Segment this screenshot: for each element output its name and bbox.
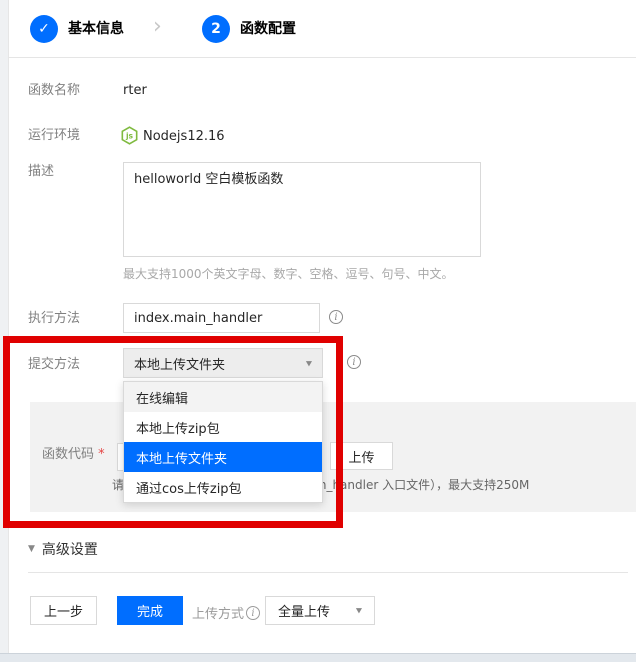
required-asterisk: *	[98, 447, 105, 462]
handler-info-icon[interactable]: i	[329, 310, 343, 324]
nodejs-icon: js	[121, 126, 138, 149]
chevron-down-icon: ▼	[306, 359, 312, 367]
description-label: 描述	[28, 164, 54, 179]
page: ✓ 基本信息 › 2 函数配置 函数名称 rter 运行环境 js Nodejs…	[0, 0, 636, 662]
chevron-down-icon: ▼	[356, 607, 362, 615]
previous-step-button[interactable]: 上一步	[30, 596, 97, 625]
upload-mode-selected-value: 全量上传	[278, 601, 330, 620]
function-name-label: 函数名称	[28, 83, 80, 98]
runtime-value: Nodejs12.16	[143, 129, 225, 144]
submit-method-dropdown: 在线编辑 本地上传zip包 本地上传文件夹 通过cos上传zip包	[123, 381, 323, 503]
function-code-label: 函数代码 *	[42, 447, 105, 462]
handler-input[interactable]	[123, 303, 320, 333]
function-code-label-text: 函数代码	[42, 447, 94, 462]
upload-mode-select[interactable]: 全量上传 ▼	[265, 596, 375, 625]
runtime-label: 运行环境	[28, 128, 80, 143]
step1-check-icon: ✓	[30, 15, 58, 43]
handler-label: 执行方法	[28, 311, 80, 326]
submit-method-label: 提交方法	[28, 357, 80, 372]
content-card	[8, 0, 636, 653]
function-name-value: rter	[123, 83, 147, 98]
description-textarea[interactable]: helloworld 空白模板函数	[123, 162, 481, 257]
upload-mode-label-text: 上传方式	[192, 603, 244, 622]
upload-button[interactable]: 上传	[330, 442, 393, 470]
svg-text:js: js	[125, 131, 134, 140]
step2-label: 函数配置	[240, 21, 296, 37]
advanced-settings-label: 高级设置	[42, 539, 98, 559]
step1-label: 基本信息	[68, 21, 124, 37]
upload-mode-info-icon[interactable]: i	[246, 606, 260, 620]
dropdown-option-local-folder[interactable]: 本地上传文件夹	[124, 442, 322, 472]
upload-mode-label: 上传方式 i	[192, 603, 260, 622]
step2-number: 2	[202, 15, 230, 43]
submit-method-select[interactable]: 本地上传文件夹 ▼	[123, 348, 323, 378]
triangle-down-icon: ▼	[28, 544, 35, 554]
dropdown-option-online-edit[interactable]: 在线编辑	[124, 382, 322, 412]
submit-method-info-icon[interactable]: i	[347, 355, 361, 369]
page-bottom-strip	[0, 653, 636, 662]
footer-divider	[28, 572, 628, 573]
advanced-settings-toggle[interactable]: ▼ 高级设置	[28, 539, 98, 559]
submit-method-selected-value: 本地上传文件夹	[134, 354, 225, 373]
header-divider	[8, 57, 636, 58]
description-hint: 最大支持1000个英文字母、数字、空格、逗号、句号、中文。	[123, 267, 454, 281]
dropdown-option-cos-zip[interactable]: 通过cos上传zip包	[124, 472, 322, 502]
step-chevron-icon: ›	[153, 16, 162, 38]
dropdown-option-local-zip[interactable]: 本地上传zip包	[124, 412, 322, 442]
finish-button[interactable]: 完成	[117, 596, 183, 625]
